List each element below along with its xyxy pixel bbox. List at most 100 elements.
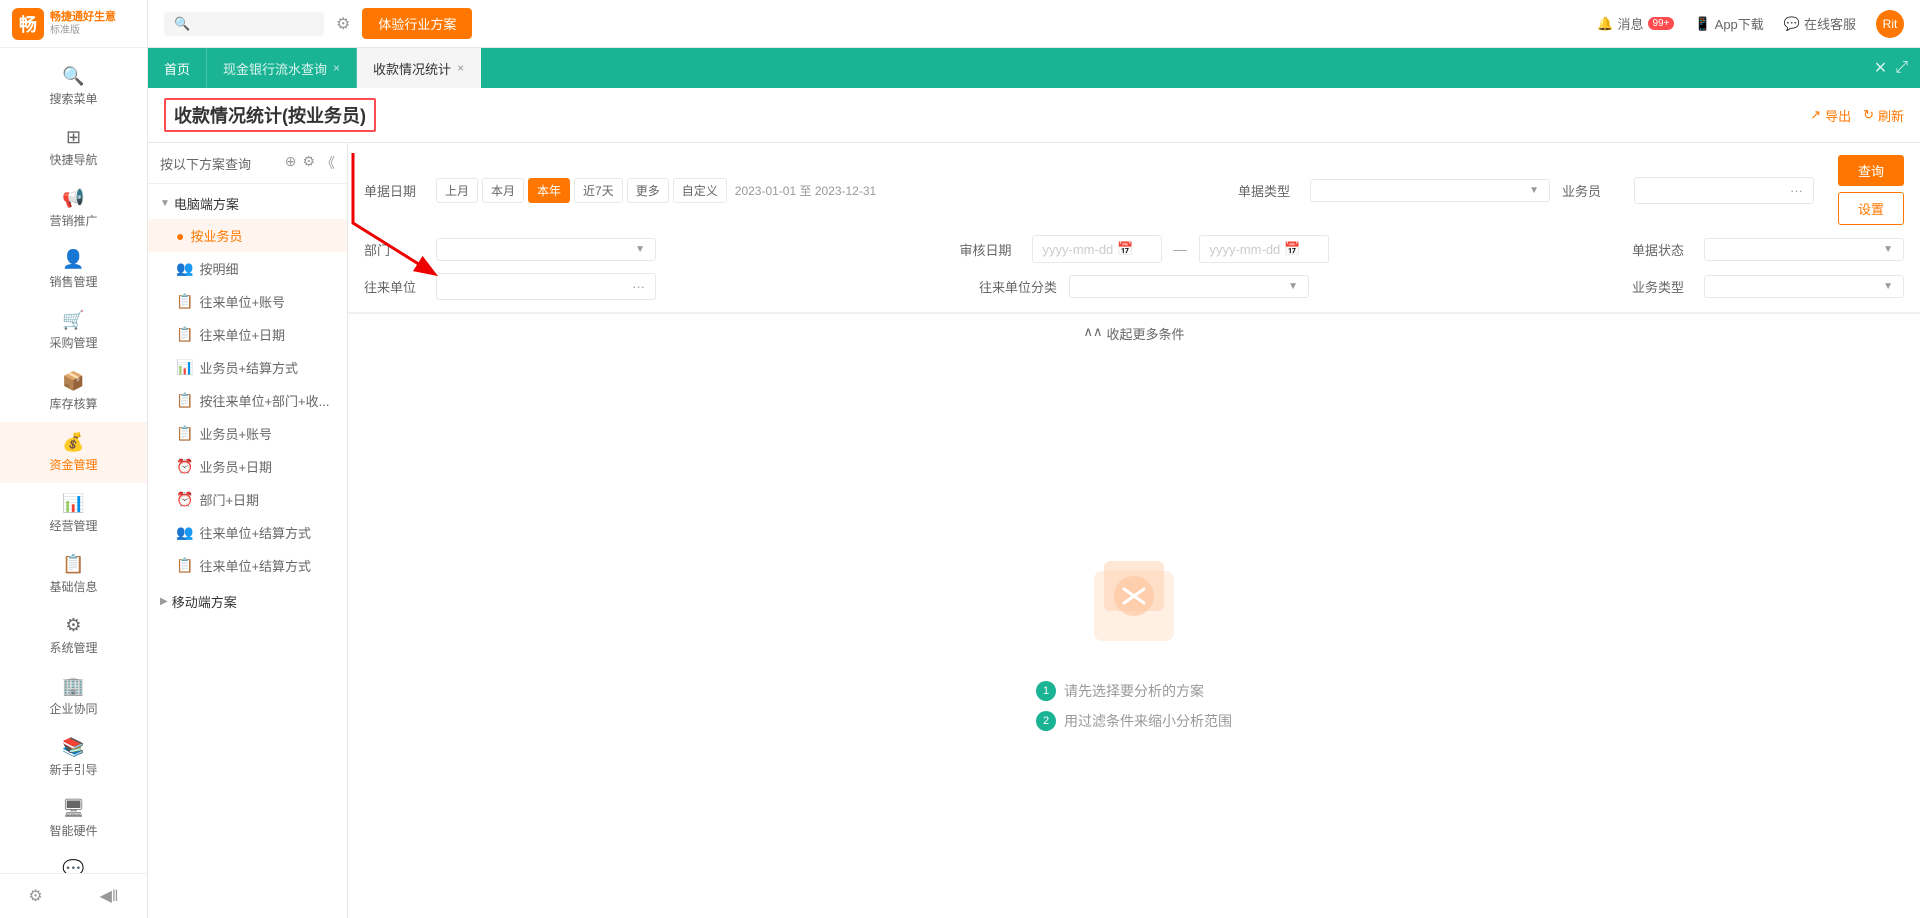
sidebar-item-sales[interactable]: 👤 销售管理 [0,239,147,300]
tree-desktop-label: 电脑端方案 [174,194,239,213]
scheme-dept-date[interactable]: ⏰ 部门+日期 [148,483,347,516]
wechat-icon: 💬 [62,859,84,873]
sidebar-item-search-menu[interactable]: 🔍 搜索菜单 [0,56,147,117]
settings-bottom-icon[interactable]: ⚙ [28,886,42,906]
tab-home-label: 首页 [164,59,190,78]
dept-date-icon: ⏰ [176,491,193,508]
tab-bank-flow-close[interactable]: × [333,61,340,75]
audit-date-start[interactable]: yyyy-mm-dd 📅 [1032,235,1162,263]
left-panel-header: 按以下方案查询 ⊕ ⚙ 《 [148,143,347,184]
right-panel: 单据日期 上月 本月 本年 近7天 更多 自定义 2023-01-01 至 20… [348,143,1920,918]
app-download-button[interactable]: 📱 App下载 [1694,14,1763,33]
preset-this-year[interactable]: 本年 [528,178,570,203]
biz-type-select[interactable]: ▼ [1704,275,1904,298]
partner-dept-icon: 📋 [176,392,193,409]
audit-date-start-calendar-icon: 📅 [1117,241,1133,257]
sidebar-item-hardware[interactable]: 🖥 智能硬件 [0,788,147,849]
partner-settlement1-icon: 👥 [176,524,193,541]
partner-settlement2-icon: 📋 [176,557,193,574]
salesperson-dots-icon: ··· [1790,183,1803,198]
collapse-panel-icon[interactable]: 《 [321,153,335,173]
newbie-icon: 📚 [62,737,84,758]
scheme-partner-date[interactable]: 📋 往来单位+日期 [148,318,347,351]
settings-button[interactable]: 设置 [1838,192,1904,225]
query-button[interactable]: 查询 [1838,155,1904,186]
enterprise-icon: 🏢 [62,676,84,697]
sidebar-item-inventory[interactable]: 📦 库存核算 [0,361,147,422]
partner-category-select[interactable]: ▼ [1069,275,1309,298]
audit-date-start-text: yyyy-mm-dd [1043,242,1114,257]
tree-parent-mobile[interactable]: ▶ 移动端方案 [148,586,347,617]
service-icon: 💬 [1784,16,1800,32]
dept-select[interactable]: ▼ [436,238,656,261]
scheme-salesperson-date[interactable]: ⏰ 业务员+日期 [148,450,347,483]
empty-steps: 1 请先选择要分析的方案 2 用过滤条件来缩小分析范围 [1036,681,1232,731]
scheme-partner-dept-collect[interactable]: 📋 按往来单位+部门+收... [148,384,347,417]
filter-row-2: 部门 ▼ 审核日期 yyyy-mm-dd 📅 — [364,235,1904,263]
scheme-label-partner-settlement2: 往来单位+结算方式 [199,556,311,575]
message-badge: 99+ [1648,17,1675,30]
sidebar-item-enterprise[interactable]: 🏢 企业协同 [0,666,147,727]
tab-expand-icon[interactable]: ⤢ [1895,59,1908,77]
partner-category-arrow-icon: ▼ [1288,281,1298,292]
tab-home[interactable]: 首页 [148,48,207,88]
sidebar-item-system[interactable]: ⚙ 系统管理 [0,605,147,666]
sales-icon: 👤 [62,249,84,270]
tree-parent-desktop[interactable]: ▼ 电脑端方案 [148,188,347,219]
inventory-icon: 📦 [62,371,84,392]
add-scheme-icon[interactable]: ⊕ [285,153,297,173]
tab-collection-stats[interactable]: 收款情况统计 × [357,48,481,88]
collapse-sidebar-icon[interactable]: ◀‖ [100,886,119,906]
trial-button[interactable]: 体验行业方案 [362,8,472,39]
partner-select[interactable]: ··· [436,273,656,300]
message-button[interactable]: 🔔 消息 99+ [1597,14,1674,33]
user-avatar[interactable]: Rit [1876,10,1904,38]
sidebar-item-quick-nav[interactable]: ⊞ 快捷导航 [0,117,147,178]
sidebar-bottom: ⚙ ◀‖ [0,873,147,918]
topbar-search[interactable]: 🔍 [164,12,324,36]
sidebar-item-wechat[interactable]: 💬 企业微信 [0,849,147,873]
preset-last-month[interactable]: 上月 [436,178,478,203]
scheme-salesperson-settlement[interactable]: 📊 业务员+结算方式 [148,351,347,384]
audit-date-end[interactable]: yyyy-mm-dd 📅 [1199,235,1329,263]
gear-scheme-icon[interactable]: ⚙ [302,153,315,173]
sidebar-item-newbie[interactable]: 📚 新手引导 [0,727,147,788]
preset-this-month[interactable]: 本月 [482,178,524,203]
sidebar-item-operations[interactable]: 📊 经营管理 [0,483,147,544]
doc-status-arrow-icon: ▼ [1883,244,1893,255]
preset-custom[interactable]: 自定义 [673,178,727,203]
collapse-more-bar[interactable]: ∧∧ 收起更多条件 [348,313,1920,353]
empty-illustration [1074,541,1194,661]
doc-status-select[interactable]: ▼ [1704,238,1904,261]
salesperson-select[interactable]: ··· [1634,177,1814,204]
tab-bank-flow[interactable]: 现金银行流水查询 × [207,48,357,88]
sidebar-item-marketing[interactable]: 📢 营销推广 [0,178,147,239]
doc-type-select[interactable]: ▼ [1310,179,1550,202]
preset-more[interactable]: 更多 [627,178,669,203]
sidebar-item-basic-info[interactable]: 📋 基础信息 [0,544,147,605]
salesperson-date-icon: ⏰ [176,458,193,475]
system-icon: ⚙ [65,615,81,636]
doc-type-label: 单据类型 [1238,181,1298,200]
preset-7days[interactable]: 近7天 [574,178,623,203]
scheme-partner-settlement1[interactable]: 👥 往来单位+结算方式 [148,516,347,549]
operations-icon: 📊 [62,493,84,514]
dept-label: 部门 [364,240,424,259]
scheme-partner-settlement2[interactable]: 📋 往来单位+结算方式 [148,549,347,582]
scheme-partner-account[interactable]: 📋 往来单位+账号 [148,285,347,318]
online-service-button[interactable]: 💬 在线客服 [1784,14,1856,33]
partner-date-icon: 📋 [176,326,193,343]
export-button[interactable]: ↗ 导出 [1810,106,1851,125]
tab-collection-stats-close[interactable]: × [457,61,464,75]
scheme-salesperson-account[interactable]: 📋 业务员+账号 [148,417,347,450]
scheme-label-salesperson-date: 业务员+日期 [199,457,272,476]
scheme-by-salesperson[interactable]: ● 按业务员 [148,219,347,252]
capital-icon: 💰 [62,432,84,453]
sidebar-item-purchase[interactable]: 🛒 采购管理 [0,300,147,361]
refresh-button[interactable]: ↻ 刷新 [1863,106,1904,125]
topbar-gear-icon[interactable]: ⚙ [336,14,350,34]
quick-nav-icon: ⊞ [66,127,81,148]
scheme-by-detail[interactable]: 👥 按明细 [148,252,347,285]
tab-close-all-icon[interactable]: ✕ [1874,58,1887,78]
sidebar-item-capital[interactable]: 💰 资金管理 [0,422,147,483]
